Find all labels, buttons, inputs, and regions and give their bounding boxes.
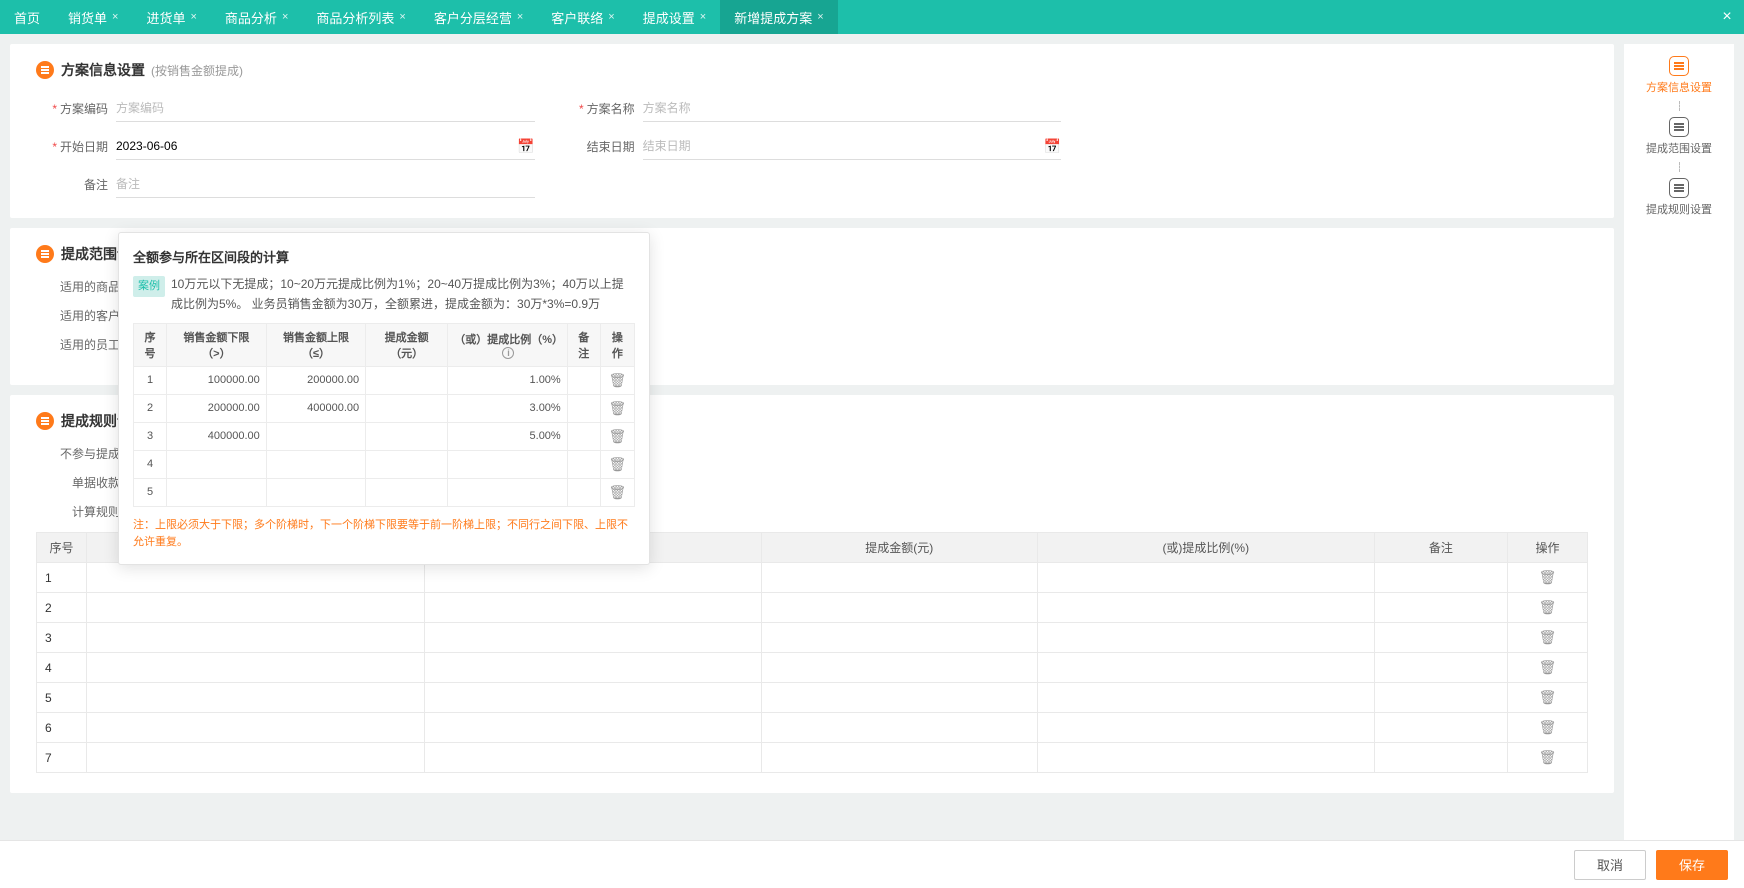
tab-新增提成方案[interactable]: 新增提成方案× — [720, 0, 837, 34]
anchor-提成规则设置[interactable]: 提成规则设置 — [1646, 178, 1712, 217]
label-start-date: *开始日期 — [36, 138, 108, 155]
tab-close-icon[interactable]: × — [700, 11, 706, 23]
tab-客户联络[interactable]: 客户联络× — [537, 0, 628, 34]
tab-close-icon[interactable]: × — [399, 11, 405, 23]
tab-销货单[interactable]: 销货单× — [54, 0, 132, 34]
tab-close-icon[interactable]: × — [608, 11, 614, 23]
close-all-tabs[interactable]: × — [1710, 0, 1744, 34]
panel-title-plan-info: 方案信息设置 (按销售金额提成) — [36, 60, 1588, 80]
anchor-nav: 方案信息设置提成范围设置提成规则设置 — [1624, 44, 1734, 873]
label-plan-code: *方案编码 — [36, 100, 108, 117]
section-title: 方案信息设置 — [61, 60, 145, 80]
delete-row-icon[interactable]: 🗑 — [1539, 749, 1557, 765]
label-receipt: 单据收款 — [36, 474, 120, 491]
tab-提成设置[interactable]: 提成设置× — [629, 0, 720, 34]
label-calc-rule: 计算规则 — [36, 503, 120, 520]
tier-row[interactable]: 1🗑 — [37, 563, 1588, 593]
footer-bar: 取消 保存 — [0, 840, 1744, 888]
delete-row-icon[interactable]: 🗑 — [608, 456, 626, 472]
tab-close-icon[interactable]: × — [517, 11, 523, 23]
tab-close-icon[interactable]: × — [817, 11, 823, 23]
anchor-方案信息设置[interactable]: 方案信息设置 — [1646, 56, 1712, 95]
anchor-icon — [1669, 56, 1689, 76]
tab-商品分析列表[interactable]: 商品分析列表× — [302, 0, 419, 34]
delete-row-icon[interactable]: 🗑 — [608, 400, 626, 416]
popover-note: 注：上限必须大于下限；多个阶梯时，下一个阶梯下限要等于前一阶梯上限；不同行之间下… — [133, 517, 635, 552]
label-remark: 备注 — [36, 176, 108, 193]
save-button[interactable]: 保存 — [1656, 850, 1728, 880]
label-scope-customers: 适用的客户 — [36, 307, 120, 324]
calc-rule-tooltip: 全额参与所在区间段的计算 案例 10万元以下无提成；10~20万元提成比例为1%… — [118, 232, 650, 565]
start-date-input[interactable] — [116, 132, 535, 160]
calendar-icon[interactable]: 📅 — [1044, 138, 1061, 155]
anchor-icon — [1669, 178, 1689, 198]
tab-首页[interactable]: 首页 — [0, 0, 54, 34]
tier-row[interactable]: 4🗑 — [37, 653, 1588, 683]
tier-row[interactable]: 5🗑 — [37, 683, 1588, 713]
tier-row[interactable]: 3🗑 — [37, 623, 1588, 653]
delete-row-icon[interactable]: 🗑 — [1539, 599, 1557, 615]
info-icon[interactable]: i — [502, 347, 514, 359]
delete-row-icon[interactable]: 🗑 — [1539, 659, 1557, 675]
tab-close-icon[interactable]: × — [190, 11, 196, 23]
delete-row-icon[interactable]: 🗑 — [608, 428, 626, 444]
plan-code-input[interactable] — [116, 94, 535, 122]
panel-plan-info: 方案信息设置 (按销售金额提成) *方案编码 *方案名称 *开始日期 � — [10, 44, 1614, 218]
delete-row-icon[interactable]: 🗑 — [1539, 689, 1557, 705]
remark-input[interactable] — [116, 170, 535, 198]
end-date-input[interactable] — [643, 132, 1062, 160]
tier-row[interactable]: 6🗑 — [37, 713, 1588, 743]
tab-close-icon[interactable]: × — [112, 11, 118, 23]
tab-进货单[interactable]: 进货单× — [132, 0, 210, 34]
section-subtitle: (按销售金额提成) — [151, 62, 243, 79]
section-badge-icon — [36, 61, 54, 79]
calendar-icon[interactable]: 📅 — [517, 138, 534, 155]
tier-table: 序号销售金额下限(>)销售金额上限(≤)提成金额(元)(或)提成比例(%)备注操… — [36, 532, 1588, 773]
tabs-bar: 首页销货单×进货单×商品分析×商品分析列表×客户分层经营×客户联络×提成设置×新… — [0, 0, 1744, 34]
popover-heading: 全额参与所在区间段的计算 — [133, 247, 635, 266]
anchor-icon — [1669, 117, 1689, 137]
delete-row-icon[interactable]: 🗑 — [1539, 719, 1557, 735]
label-end-date: 结束日期 — [563, 138, 635, 155]
label-exclude: 不参与提成 — [36, 445, 120, 462]
tier-row[interactable]: 2🗑 — [37, 593, 1588, 623]
label-plan-name: *方案名称 — [563, 100, 635, 117]
panel-scope: 提成范围设 适用的商品 适用的客户 适用的员工 全额参与所在区间段的计算 案例 … — [10, 228, 1614, 385]
plan-name-input[interactable] — [643, 94, 1062, 122]
section-badge-icon — [36, 412, 54, 430]
delete-row-icon[interactable]: 🗑 — [608, 372, 626, 388]
case-tag: 案例 — [133, 276, 165, 297]
label-scope-staff: 适用的员工 — [36, 336, 120, 353]
label-scope-goods: 适用的商品 — [36, 278, 120, 295]
popover-example-table: 序号销售金额下限（>）销售金额上限（≤）提成金额（元）（或）提成比例（%）i备注… — [133, 323, 635, 507]
delete-row-icon[interactable]: 🗑 — [1539, 629, 1557, 645]
tab-商品分析[interactable]: 商品分析× — [211, 0, 302, 34]
delete-row-icon[interactable]: 🗑 — [1539, 569, 1557, 585]
tab-close-icon[interactable]: × — [282, 11, 288, 23]
case-text: 10万元以下无提成；10~20万元提成比例为1%；20~40万提成比例为3%；4… — [171, 274, 635, 315]
tier-row[interactable]: 7🗑 — [37, 743, 1588, 773]
tab-客户分层经营[interactable]: 客户分层经营× — [420, 0, 537, 34]
anchor-提成范围设置[interactable]: 提成范围设置 — [1646, 117, 1712, 156]
delete-row-icon[interactable]: 🗑 — [608, 484, 626, 500]
cancel-button[interactable]: 取消 — [1574, 850, 1646, 880]
section-badge-icon — [36, 245, 54, 263]
